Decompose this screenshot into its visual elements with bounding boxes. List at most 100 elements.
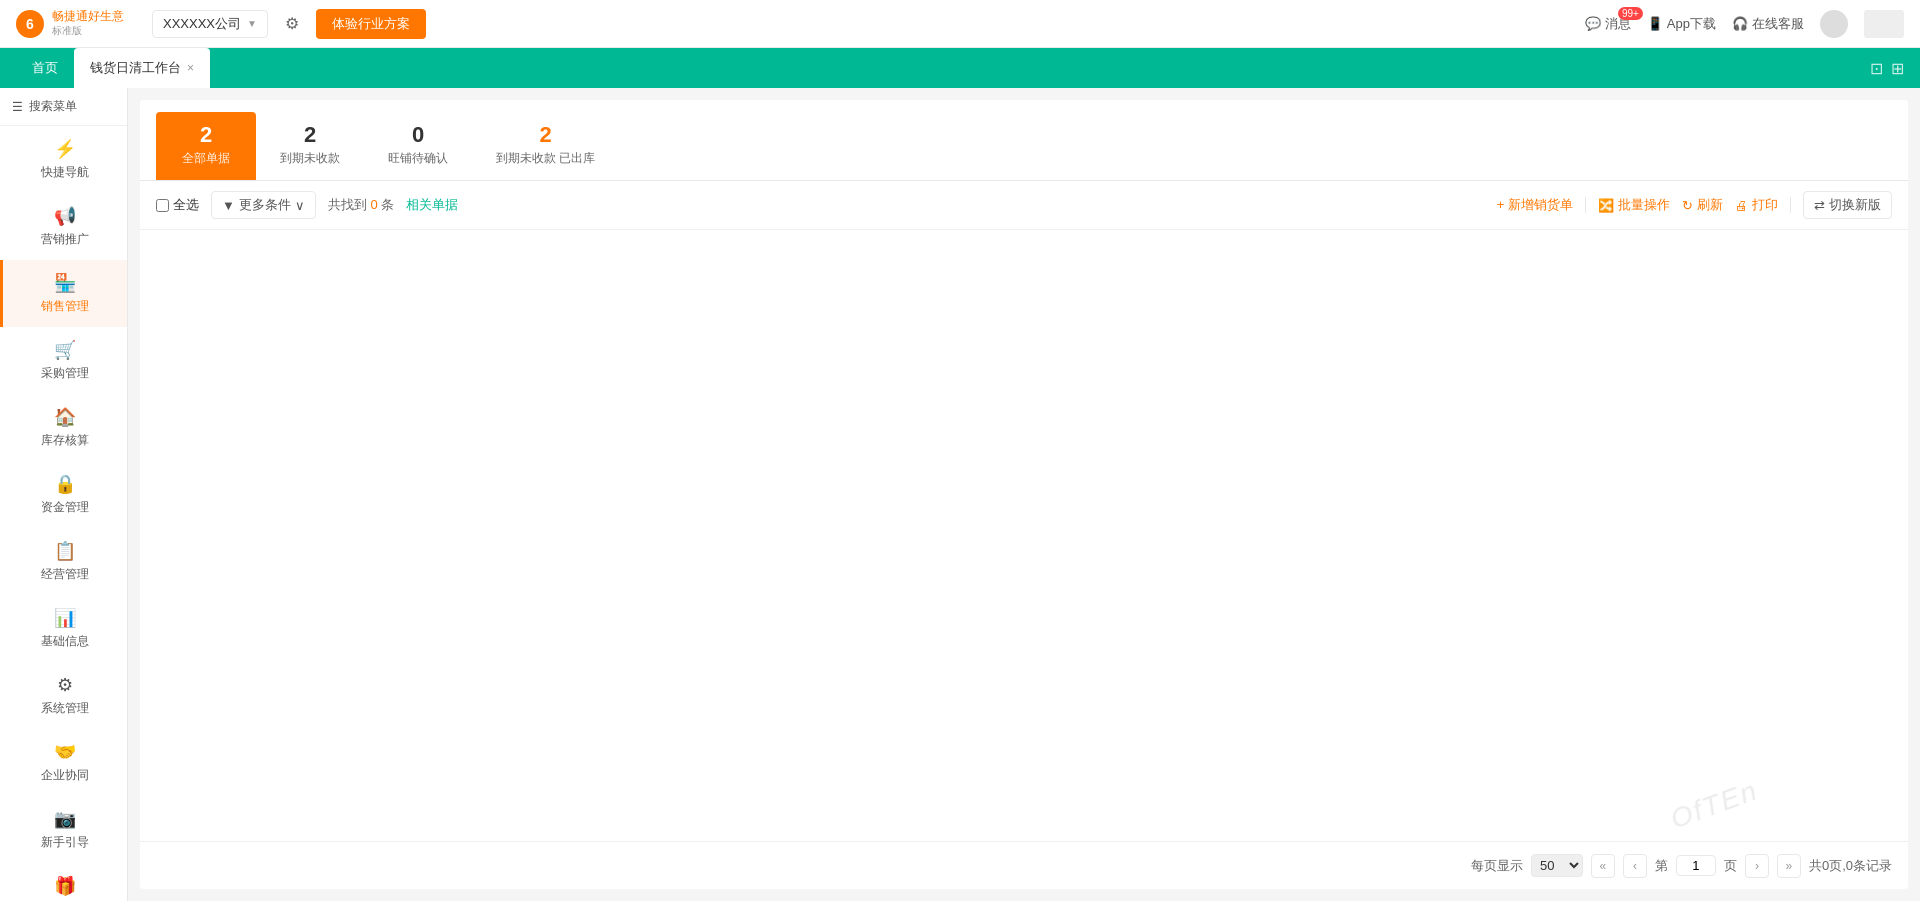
logo-badge: 标准版	[52, 24, 124, 38]
status-card-overdue-num: 2	[280, 122, 340, 148]
status-card-all[interactable]: 2 全部单据	[156, 112, 256, 180]
company-dropdown-icon: ▼	[247, 18, 257, 29]
sidebar-item-system[interactable]: ⚙ 系统管理	[0, 662, 127, 729]
logo-area: 6 畅捷通好生意 标准版	[16, 9, 144, 39]
status-card-wangpu[interactable]: 0 旺铺待确认	[364, 112, 472, 180]
sidebar-item-finance[interactable]: 🔒 资金管理	[0, 461, 127, 528]
related-orders-link[interactable]: 相关单据	[406, 196, 458, 214]
tab-maximize-icon[interactable]: ⊞	[1891, 59, 1904, 78]
status-card-shipped-label: 到期未收款 已出库	[496, 150, 595, 167]
logo-text: 畅捷通好生意	[52, 9, 124, 25]
status-cards: 2 全部单据 2 到期未收款 0 旺铺待确认 2 到期未收款 已出库	[140, 100, 1908, 181]
prev-page-button[interactable]: ‹	[1623, 854, 1647, 878]
batch-operation-button[interactable]: 🔀 批量操作	[1598, 196, 1670, 214]
print-button[interactable]: 🖨 打印	[1735, 196, 1778, 214]
main-layout: ☰ 搜索菜单 ⚡ 快捷导航 📢 营销推广 🏪 销售管理 🛒 采购管理 🏠 库存核…	[0, 88, 1920, 901]
last-page-button[interactable]: »	[1777, 854, 1801, 878]
filter-button[interactable]: ▼ 更多条件 ∨	[211, 191, 316, 219]
toolbar: 全选 ▼ 更多条件 ∨ 共找到 0 条 相关单据 + 新增销货单	[140, 181, 1908, 230]
app-download-icon: 📱	[1647, 16, 1663, 31]
tab-minimize-icon[interactable]: ⊡	[1870, 59, 1883, 78]
page-number-input[interactable]	[1676, 855, 1716, 876]
basic-info-icon: 📊	[54, 607, 76, 629]
company-selector[interactable]: XXXXXX公司 ▼	[152, 10, 268, 38]
message-item[interactable]: 💬 消息 99+	[1585, 15, 1631, 33]
app-download-label: App下载	[1667, 15, 1716, 33]
status-card-overdue[interactable]: 2 到期未收款	[256, 112, 364, 180]
app-center-icon: 🎁	[54, 875, 76, 897]
found-count-area: 共找到 0 条	[328, 196, 394, 214]
trial-button[interactable]: 体验行业方案	[316, 9, 426, 39]
content-area: 2 全部单据 2 到期未收款 0 旺铺待确认 2 到期未收款 已出库	[128, 88, 1920, 901]
sidebar-item-quick-nav[interactable]: ⚡ 快捷导航	[0, 126, 127, 193]
total-label: 共0页,0条记录	[1809, 857, 1892, 875]
settings-button[interactable]: ⚙	[276, 8, 308, 40]
switch-version-button[interactable]: ⇄ 切换新版	[1803, 191, 1892, 219]
toolbar-divider-1	[1585, 197, 1586, 213]
finance-label: 资金管理	[41, 499, 89, 516]
basic-info-label: 基础信息	[41, 633, 89, 650]
message-icon: 💬	[1585, 16, 1601, 31]
sidebar-item-inventory[interactable]: 🏠 库存核算	[0, 394, 127, 461]
sidebar-search[interactable]: ☰ 搜索菜单	[0, 88, 127, 126]
pagination: 每页显示 50 100 200 « ‹ 第 页 › » 共0页,0条记录	[140, 841, 1908, 889]
purchase-icon: 🛒	[54, 339, 76, 361]
tab-work-station[interactable]: 钱货日清工作台 ×	[74, 48, 210, 88]
message-badge: 99+	[1618, 7, 1643, 20]
tab-close-icon[interactable]: ×	[187, 61, 194, 75]
tab-home[interactable]: 首页	[16, 48, 74, 88]
first-page-button[interactable]: «	[1591, 854, 1615, 878]
guide-label: 新手引导	[41, 834, 89, 851]
sidebar-item-operations[interactable]: 📋 经营管理	[0, 528, 127, 595]
sidebar-item-basic-info[interactable]: 📊 基础信息	[0, 595, 127, 662]
switch-label: 切换新版	[1829, 196, 1881, 214]
status-card-overdue-label: 到期未收款	[280, 150, 340, 167]
avatar[interactable]	[1820, 10, 1848, 38]
sidebar-item-marketing[interactable]: 📢 营销推广	[0, 193, 127, 260]
cooperation-label: 企业协同	[41, 767, 89, 784]
guide-icon: 📷	[54, 808, 76, 830]
sidebar-item-app-center[interactable]: 🎁 应用中心	[0, 863, 127, 901]
found-prefix: 共找到	[328, 197, 367, 212]
add-sale-order-button[interactable]: + 新增销货单	[1497, 196, 1573, 214]
filter-label: 更多条件	[239, 196, 291, 214]
refresh-button[interactable]: ↻ 刷新	[1682, 196, 1723, 214]
refresh-icon: ↻	[1682, 198, 1693, 213]
inventory-icon: 🏠	[54, 406, 76, 428]
tab-home-label: 首页	[32, 59, 58, 77]
next-page-button[interactable]: ›	[1745, 854, 1769, 878]
quick-nav-icon: ⚡	[54, 138, 76, 160]
online-service-label: 在线客服	[1752, 15, 1804, 33]
per-page-select[interactable]: 50 100 200	[1531, 854, 1583, 877]
filter-icon: ▼	[222, 198, 235, 213]
inventory-label: 库存核算	[41, 432, 89, 449]
print-label: 打印	[1752, 196, 1778, 214]
filter-dropdown-icon: ∨	[295, 198, 305, 213]
found-unit: 条	[381, 197, 394, 212]
sales-icon: 🏪	[54, 272, 76, 294]
toolbar-right: + 新增销货单 🔀 批量操作 ↻ 刷新 🖨 打印	[1497, 191, 1892, 219]
sidebar-item-guide[interactable]: 📷 新手引导	[0, 796, 127, 863]
sidebar-item-sales[interactable]: 🏪 销售管理	[0, 260, 127, 327]
select-all-input[interactable]	[156, 199, 169, 212]
select-all-checkbox[interactable]: 全选	[156, 196, 199, 214]
per-page-label: 每页显示	[1471, 857, 1523, 875]
app-download-item[interactable]: 📱 App下载	[1647, 15, 1716, 33]
sidebar-item-purchase[interactable]: 🛒 采购管理	[0, 327, 127, 394]
sidebar-item-cooperation[interactable]: 🤝 企业协同	[0, 729, 127, 796]
sales-label: 销售管理	[41, 298, 89, 315]
marketing-label: 营销推广	[41, 231, 89, 248]
top-header: 6 畅捷通好生意 标准版 XXXXXX公司 ▼ ⚙ 体验行业方案 💬 消息 99…	[0, 0, 1920, 48]
tab-bar-right: ⊡ ⊞	[1870, 59, 1904, 78]
operations-icon: 📋	[54, 540, 76, 562]
search-label: 搜索菜单	[29, 98, 77, 115]
status-card-wangpu-num: 0	[388, 122, 448, 148]
select-all-label: 全选	[173, 196, 199, 214]
online-service-item[interactable]: 🎧 在线客服	[1732, 15, 1804, 33]
status-card-wangpu-label: 旺铺待确认	[388, 150, 448, 167]
tab-bar: 首页 钱货日清工作台 × ⊡ ⊞	[0, 48, 1920, 88]
user-name-area[interactable]	[1864, 10, 1904, 38]
operations-label: 经营管理	[41, 566, 89, 583]
status-card-shipped[interactable]: 2 到期未收款 已出库	[472, 112, 619, 180]
logo-icon: 6	[16, 10, 44, 38]
